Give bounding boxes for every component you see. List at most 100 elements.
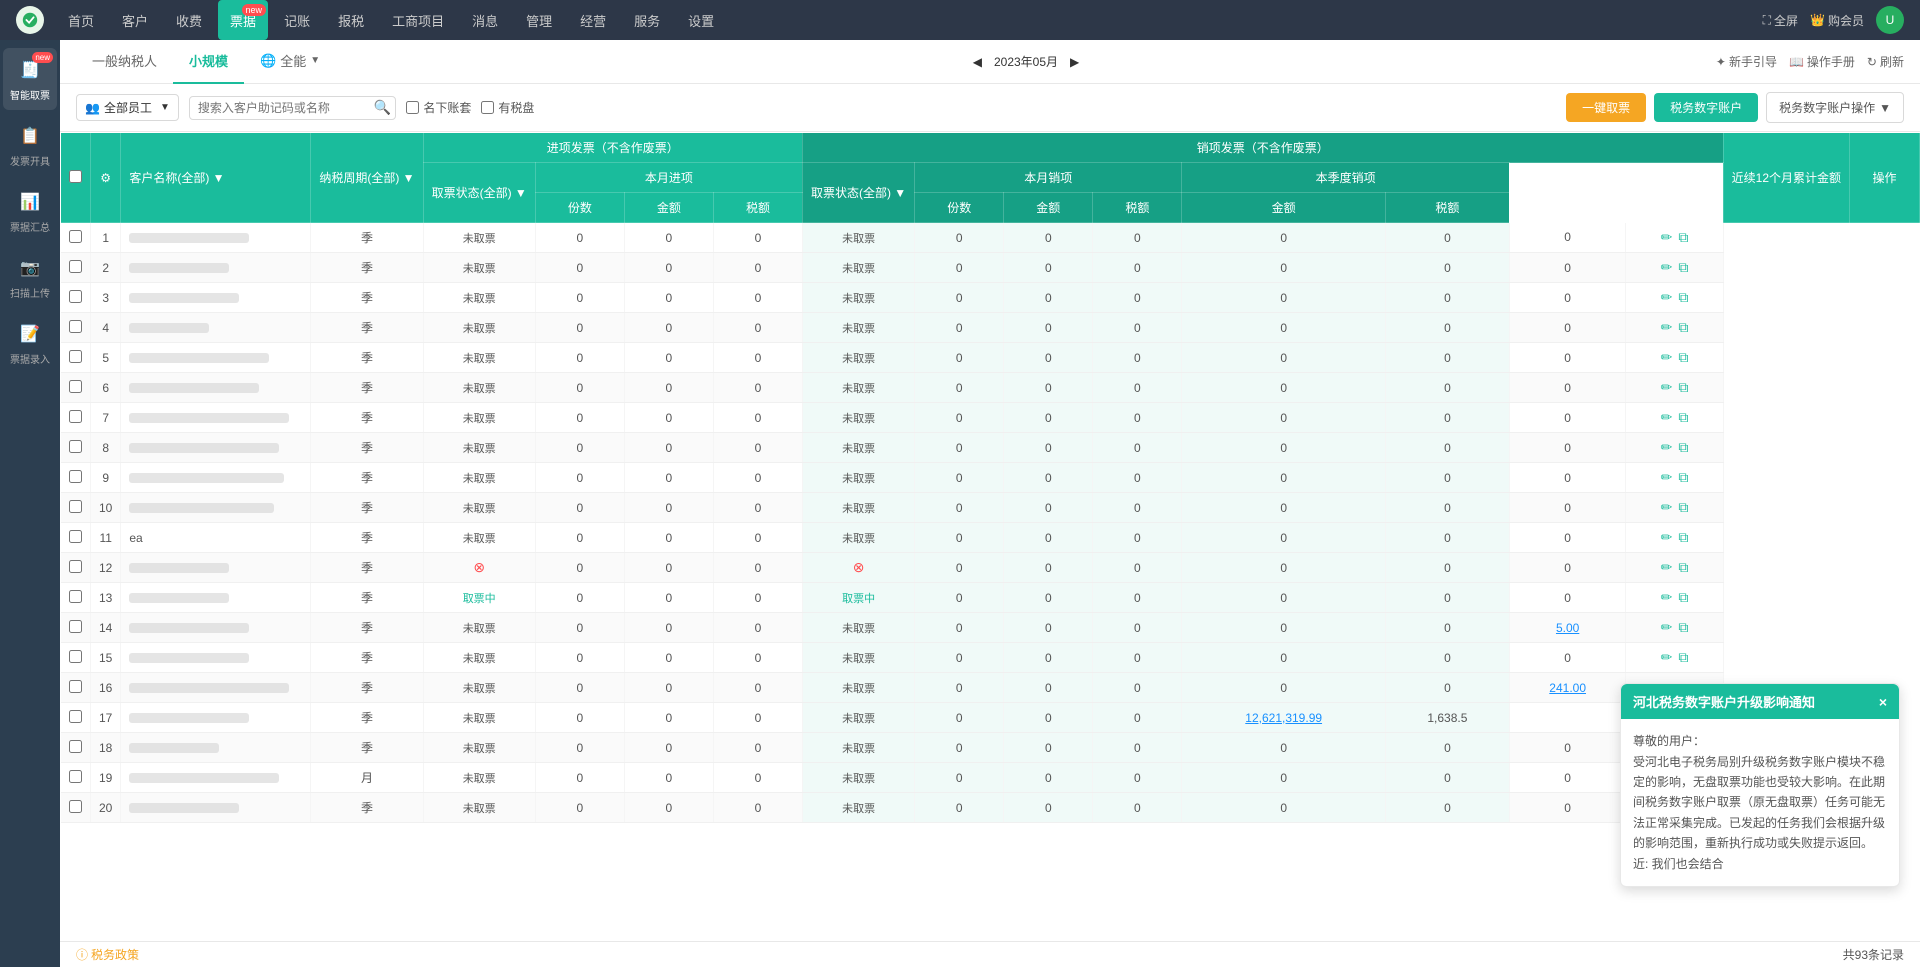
copy-icon[interactable]: ⧉ (1678, 469, 1688, 486)
search-button[interactable]: 🔍 (370, 99, 395, 116)
edit-icon[interactable]: ✏ (1661, 409, 1673, 426)
tab-general-taxpayer[interactable]: 一般纳税人 (76, 40, 173, 84)
edit-icon[interactable]: ✏ (1661, 379, 1673, 396)
client-name[interactable] (121, 733, 311, 763)
nav-service[interactable]: 服务 (622, 0, 672, 40)
sidebar-item-invoice-entry[interactable]: 📝 票据录入 (3, 312, 57, 374)
row-checkbox[interactable] (69, 440, 82, 453)
copy-icon[interactable]: ⧉ (1678, 229, 1688, 246)
nav-operation[interactable]: 经营 (568, 0, 618, 40)
client-name[interactable] (121, 283, 311, 313)
sidebar-item-scan-upload[interactable]: 📷 扫描上传 (3, 246, 57, 308)
client-name[interactable] (121, 763, 311, 793)
tax-digital-account-op-btn[interactable]: 税务数字账户操作 ▼ (1766, 92, 1904, 123)
edit-icon[interactable]: ✏ (1661, 229, 1673, 246)
search-input[interactable] (190, 97, 370, 119)
row-checkbox[interactable] (69, 590, 82, 603)
sidebar-item-invoice-summary[interactable]: 📊 票据汇总 (3, 180, 57, 242)
taxdisk-filter[interactable]: 有税盘 (481, 99, 534, 116)
new-guide-btn[interactable]: ✦ 新手引导 (1716, 53, 1777, 70)
client-name[interactable] (121, 373, 311, 403)
row-checkbox[interactable] (69, 350, 82, 363)
tax-policy-link[interactable]: ⓘ 税务政策 (76, 946, 139, 963)
row-checkbox[interactable] (69, 710, 82, 723)
row-checkbox[interactable] (69, 800, 82, 813)
copy-icon[interactable]: ⧉ (1678, 289, 1688, 306)
copy-icon[interactable]: ⧉ (1678, 499, 1688, 516)
row-checkbox[interactable] (69, 650, 82, 663)
client-name[interactable] (121, 703, 311, 733)
client-name[interactable] (121, 583, 311, 613)
taxdisk-checkbox[interactable] (481, 101, 494, 114)
edit-icon[interactable]: ✏ (1661, 259, 1673, 276)
row-checkbox[interactable] (69, 320, 82, 333)
copy-icon[interactable]: ⧉ (1678, 259, 1688, 276)
nav-message[interactable]: 消息 (460, 0, 510, 40)
row-checkbox[interactable] (69, 500, 82, 513)
client-name[interactable] (121, 253, 311, 283)
client-name[interactable] (121, 403, 311, 433)
tab-all-capable[interactable]: 🌐 全能 ▼ (244, 40, 336, 84)
nav-settings[interactable]: 设置 (676, 0, 726, 40)
copy-icon[interactable]: ⧉ (1678, 619, 1688, 636)
copy-icon[interactable]: ⧉ (1678, 349, 1688, 366)
sidebar-item-open-invoice[interactable]: 📋 发票开具 (3, 114, 57, 176)
subaccount-checkbox[interactable] (406, 101, 419, 114)
row-checkbox[interactable] (69, 740, 82, 753)
member-btn[interactable]: 👑 购会员 (1810, 12, 1864, 29)
row-checkbox[interactable] (69, 410, 82, 423)
last12-link[interactable]: 5.00 (1556, 621, 1579, 635)
copy-icon[interactable]: ⧉ (1678, 559, 1688, 576)
edit-icon[interactable]: ✏ (1661, 499, 1673, 516)
nav-home[interactable]: 首页 (56, 0, 106, 40)
edit-icon[interactable]: ✏ (1661, 559, 1673, 576)
qtr-amount-link[interactable]: 12,621,319.99 (1245, 711, 1322, 725)
copy-icon[interactable]: ⧉ (1678, 649, 1688, 666)
client-name[interactable] (121, 493, 311, 523)
client-name[interactable] (121, 313, 311, 343)
row-checkbox[interactable] (69, 470, 82, 483)
nav-customer[interactable]: 客户 (110, 0, 160, 40)
edit-icon[interactable]: ✏ (1661, 439, 1673, 456)
client-name[interactable] (121, 433, 311, 463)
row-checkbox[interactable] (69, 290, 82, 303)
client-name[interactable]: ea (121, 523, 311, 553)
nav-manage[interactable]: 管理 (514, 0, 564, 40)
row-checkbox[interactable] (69, 680, 82, 693)
edit-icon[interactable]: ✏ (1661, 319, 1673, 336)
copy-icon[interactable]: ⧉ (1678, 319, 1688, 336)
client-name[interactable] (121, 223, 311, 253)
edit-icon[interactable]: ✏ (1661, 289, 1673, 306)
nav-fee[interactable]: 收费 (164, 0, 214, 40)
edit-icon[interactable]: ✏ (1661, 589, 1673, 606)
notification-close-btn[interactable]: × (1879, 694, 1887, 710)
row-checkbox[interactable] (69, 260, 82, 273)
next-period-btn[interactable]: ▶ (1070, 55, 1079, 69)
nav-bookkeeping[interactable]: 记账 (272, 0, 322, 40)
select-all-checkbox[interactable] (69, 170, 82, 183)
one-key-invoice-btn[interactable]: 一键取票 (1566, 93, 1646, 122)
row-checkbox[interactable] (69, 230, 82, 243)
row-checkbox[interactable] (69, 530, 82, 543)
client-name[interactable] (121, 793, 311, 823)
copy-icon[interactable]: ⧉ (1678, 439, 1688, 456)
edit-icon[interactable]: ✏ (1661, 469, 1673, 486)
subaccount-filter[interactable]: 名下账套 (406, 99, 471, 116)
last12-link[interactable]: 241.00 (1549, 681, 1586, 695)
copy-icon[interactable]: ⧉ (1678, 379, 1688, 396)
sidebar-item-smart-invoice[interactable]: new 🧾 智能取票 (3, 48, 57, 110)
refresh-btn[interactable]: ↻ 刷新 (1867, 53, 1904, 70)
edit-icon[interactable]: ✏ (1661, 649, 1673, 666)
edit-icon[interactable]: ✏ (1661, 349, 1673, 366)
client-name[interactable] (121, 673, 311, 703)
client-name[interactable] (121, 643, 311, 673)
edit-icon[interactable]: ✏ (1661, 619, 1673, 636)
fullscreen-btn[interactable]: ⛶ 全屏 (1763, 12, 1798, 29)
nav-invoice[interactable]: 票据 new (218, 0, 268, 40)
copy-icon[interactable]: ⧉ (1678, 409, 1688, 426)
client-name[interactable] (121, 343, 311, 373)
tax-digital-account-btn[interactable]: 税务数字账户 (1654, 93, 1758, 122)
row-checkbox[interactable] (69, 620, 82, 633)
tab-small-scale[interactable]: 小规模 (173, 40, 244, 84)
employee-filter[interactable]: 👥 全部员工 ▼ (76, 94, 179, 121)
